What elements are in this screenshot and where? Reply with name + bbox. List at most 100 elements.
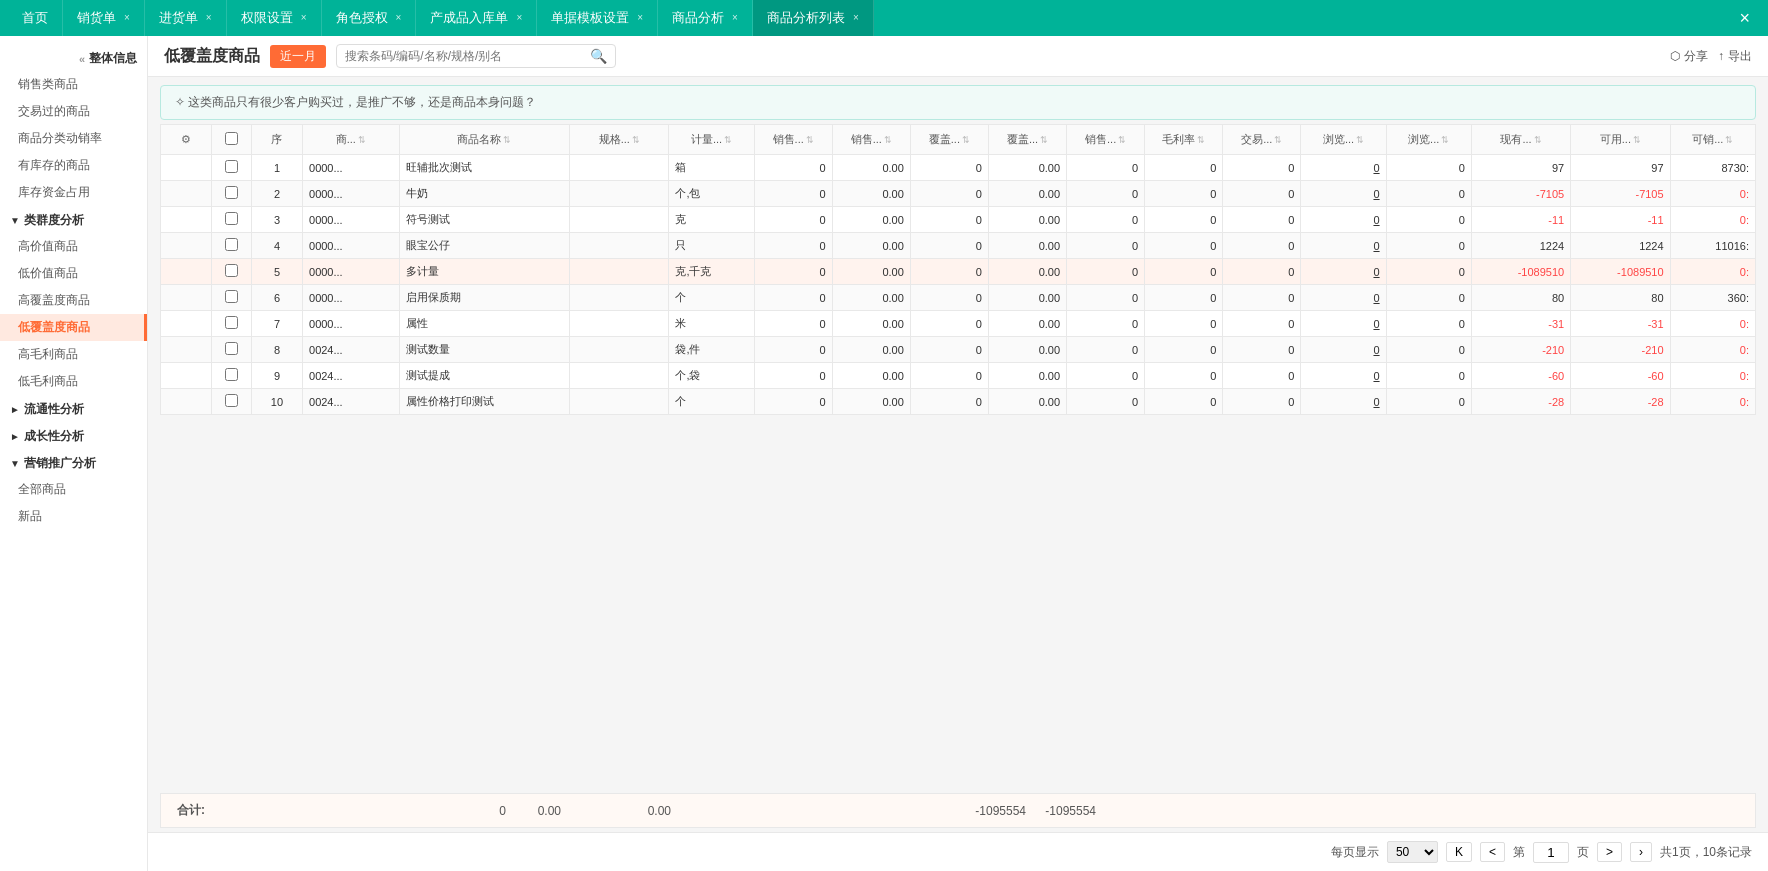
nav-tab-home[interactable]: 首页 [8,0,63,36]
cell-settings [161,311,212,337]
per-page-select[interactable]: 50 20 100 200 [1387,841,1438,863]
cell-check[interactable] [212,259,252,285]
sidebar-item-high-margin[interactable]: 高毛利商品 [0,341,147,368]
cell-check[interactable] [212,389,252,415]
col-header-trade[interactable]: 交易...⇅ [1223,125,1301,155]
cell-browse1[interactable]: 0 [1301,363,1386,389]
cell-check[interactable] [212,207,252,233]
prev-page-button[interactable]: < [1480,842,1505,862]
close-icon[interactable]: × [206,0,212,36]
col-header-settings[interactable]: ⚙ [161,125,212,155]
col-header-cover2[interactable]: 覆盖...⇅ [988,125,1066,155]
sidebar-item-category-rate[interactable]: 商品分类动销率 [0,125,147,152]
search-icon[interactable]: 🔍 [590,48,607,64]
nav-tab-sales[interactable]: 销货单 × [63,0,145,36]
cell-available: 1224 [1571,233,1670,259]
cell-cover1: 0 [910,363,988,389]
col-header-unit[interactable]: 计量...⇅ [669,125,754,155]
export-button[interactable]: ↑ 导出 [1718,48,1752,65]
col-header-sales-amt[interactable]: 销售...⇅ [832,125,910,155]
cell-check[interactable] [212,285,252,311]
cell-check[interactable] [212,337,252,363]
col-header-sales3[interactable]: 销售...⇅ [1067,125,1145,155]
export-icon: ↑ [1718,49,1724,63]
sidebar-section-liquidity[interactable]: ► 流通性分析 [0,395,147,422]
sidebar-item-low-coverage[interactable]: 低覆盖度商品 [0,314,147,341]
sidebar-item-new-products[interactable]: 新品 [0,503,147,530]
settings-icon[interactable]: ⚙ [181,133,191,145]
footer-current: -1095554 [962,804,1032,818]
col-header-sellable[interactable]: 可销...⇅ [1670,125,1755,155]
search-input[interactable] [345,49,586,63]
cell-browse1[interactable]: 0 [1301,155,1386,181]
close-icon[interactable]: × [124,0,130,36]
sidebar-item-capital[interactable]: 库存资金占用 [0,179,147,206]
col-header-spec[interactable]: 规格...⇅ [570,125,669,155]
sidebar-section-overall[interactable]: « 整体信息 [0,44,147,71]
col-header-check[interactable] [212,125,252,155]
close-icon[interactable]: × [301,0,307,36]
cell-check[interactable] [212,181,252,207]
cell-browse1[interactable]: 0 [1301,389,1386,415]
col-header-sales-qty[interactable]: 销售...⇅ [754,125,832,155]
select-all-checkbox[interactable] [225,132,238,145]
cell-browse1[interactable]: 0 [1301,285,1386,311]
close-icon[interactable]: × [516,0,522,36]
cell-browse1[interactable]: 0 [1301,207,1386,233]
close-icon[interactable]: × [853,0,859,36]
nav-tab-roles[interactable]: 角色授权 × [322,0,417,36]
col-header-browse1[interactable]: 浏览...⇅ [1301,125,1386,155]
sidebar-item-sales-products[interactable]: 销售类商品 [0,71,147,98]
cell-current: -1089510 [1471,259,1570,285]
cell-cover1: 0 [910,389,988,415]
cell-browse1[interactable]: 0 [1301,181,1386,207]
sidebar-item-traded[interactable]: 交易过的商品 [0,98,147,125]
first-page-button[interactable]: K [1446,842,1472,862]
nav-tab-purchase[interactable]: 进货单 × [145,0,227,36]
sidebar-item-low-margin[interactable]: 低毛利商品 [0,368,147,395]
nav-tab-analysis-list[interactable]: 商品分析列表 × [753,0,874,36]
cell-spec [570,181,669,207]
nav-tab-template[interactable]: 单据模板设置 × [537,0,658,36]
close-icon[interactable]: × [396,0,402,36]
cell-browse1[interactable]: 0 [1301,311,1386,337]
col-header-margin[interactable]: 毛利率⇅ [1145,125,1223,155]
sidebar-item-high-value[interactable]: 高价值商品 [0,233,147,260]
sidebar-section-marketing[interactable]: ▼ 营销推广分析 [0,449,147,476]
cell-cover2: 0.00 [988,363,1066,389]
col-header-available[interactable]: 可用...⇅ [1571,125,1670,155]
col-header-code[interactable]: 商...⇅ [303,125,400,155]
sidebar-item-in-stock[interactable]: 有库存的商品 [0,152,147,179]
col-header-name[interactable]: 商品名称⇅ [399,125,569,155]
sidebar-item-high-coverage[interactable]: 高覆盖度商品 [0,287,147,314]
col-header-current[interactable]: 现有...⇅ [1471,125,1570,155]
close-all-button[interactable]: × [1729,0,1760,36]
share-button[interactable]: ⬡ 分享 [1670,48,1708,65]
next-page-button[interactable]: > [1597,842,1622,862]
current-page-input[interactable] [1533,842,1569,863]
cell-check[interactable] [212,155,252,181]
cell-browse1[interactable]: 0 [1301,337,1386,363]
sidebar-section-growth[interactable]: ► 成长性分析 [0,422,147,449]
nav-tab-warehouse[interactable]: 产成品入库单 × [416,0,537,36]
close-icon[interactable]: × [637,0,643,36]
sidebar-item-all-products[interactable]: 全部商品 [0,476,147,503]
cell-check[interactable] [212,233,252,259]
cell-sales-qty: 0 [754,389,832,415]
nav-tab-analysis[interactable]: 商品分析 × [658,0,753,36]
cell-browse1[interactable]: 0 [1301,233,1386,259]
close-icon[interactable]: × [732,0,738,36]
cell-browse1[interactable]: 0 [1301,259,1386,285]
time-filter-button[interactable]: 近一月 [270,45,326,68]
sidebar-collapse-icon[interactable]: « [79,53,85,65]
sidebar-item-low-value[interactable]: 低价值商品 [0,260,147,287]
col-header-browse2[interactable]: 浏览...⇅ [1386,125,1471,155]
col-header-cover1[interactable]: 覆盖...⇅ [910,125,988,155]
nav-tab-permissions[interactable]: 权限设置 × [227,0,322,36]
cell-check[interactable] [212,311,252,337]
last-page-button[interactable]: › [1630,842,1652,862]
cell-unit: 个,袋 [669,363,754,389]
sidebar-section-category[interactable]: ▼ 类群度分析 [0,206,147,233]
cell-unit: 只 [669,233,754,259]
cell-check[interactable] [212,363,252,389]
